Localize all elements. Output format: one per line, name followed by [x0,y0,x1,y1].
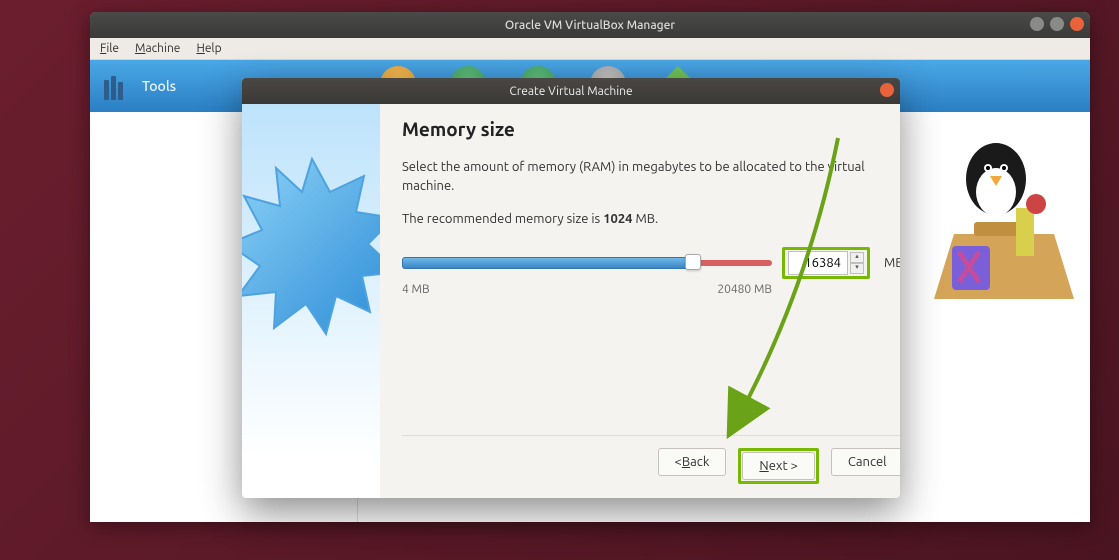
cancel-button[interactable]: Cancel [831,448,900,476]
dialog-titlebar[interactable]: Create Virtual Machine [242,78,900,104]
main-window-title: Oracle VM VirtualBox Manager [505,19,675,32]
menu-file[interactable]: File [100,42,119,55]
dialog-close-button[interactable] [880,83,894,97]
dialog-instruction: Select the amount of memory (RAM) in meg… [402,158,900,196]
maximize-button[interactable] [1050,17,1064,31]
memory-spin-buttons: ▴ ▾ [850,252,864,274]
slider-min-label: 4 MB [402,283,430,296]
menu-machine[interactable]: Machine [135,42,180,55]
menubar: File Machine Help [90,38,1090,60]
window-controls [1030,17,1084,31]
close-button[interactable] [1070,17,1084,31]
menu-help[interactable]: Help [196,42,221,55]
welcome-illustration [924,134,1084,314]
memory-input-highlight: ▴ ▾ [782,247,870,279]
memory-input[interactable] [788,251,848,275]
tools-icon [104,72,132,100]
spin-down[interactable]: ▾ [850,263,864,274]
dialog-recommended: The recommended memory size is 1024 MB. [402,210,900,229]
tools-label[interactable]: Tools [142,78,176,94]
minimize-button[interactable] [1030,17,1044,31]
main-titlebar[interactable]: Oracle VM VirtualBox Manager [90,12,1090,38]
back-button[interactable]: < Back [658,448,727,476]
dialog-title: Create Virtual Machine [509,85,632,98]
dialog-heading: Memory size [402,118,900,140]
create-vm-dialog: Create Virtual Machine Memory size Selec… [242,78,900,498]
memory-unit-label: MB [884,256,900,270]
spin-up[interactable]: ▴ [850,252,864,263]
next-button-highlight: Next > [738,448,818,484]
slider-max-label: 20480 MB [717,283,772,296]
slider-thumb[interactable] [685,254,701,270]
dialog-side-graphic [242,104,380,498]
slider-range-labels: 4 MB 20480 MB [402,283,772,296]
next-button[interactable]: Next > [742,452,814,480]
memory-slider[interactable] [402,256,772,270]
dialog-content: Memory size Select the amount of memory … [380,104,900,498]
dialog-buttons: < Back Next > Cancel [402,435,900,484]
